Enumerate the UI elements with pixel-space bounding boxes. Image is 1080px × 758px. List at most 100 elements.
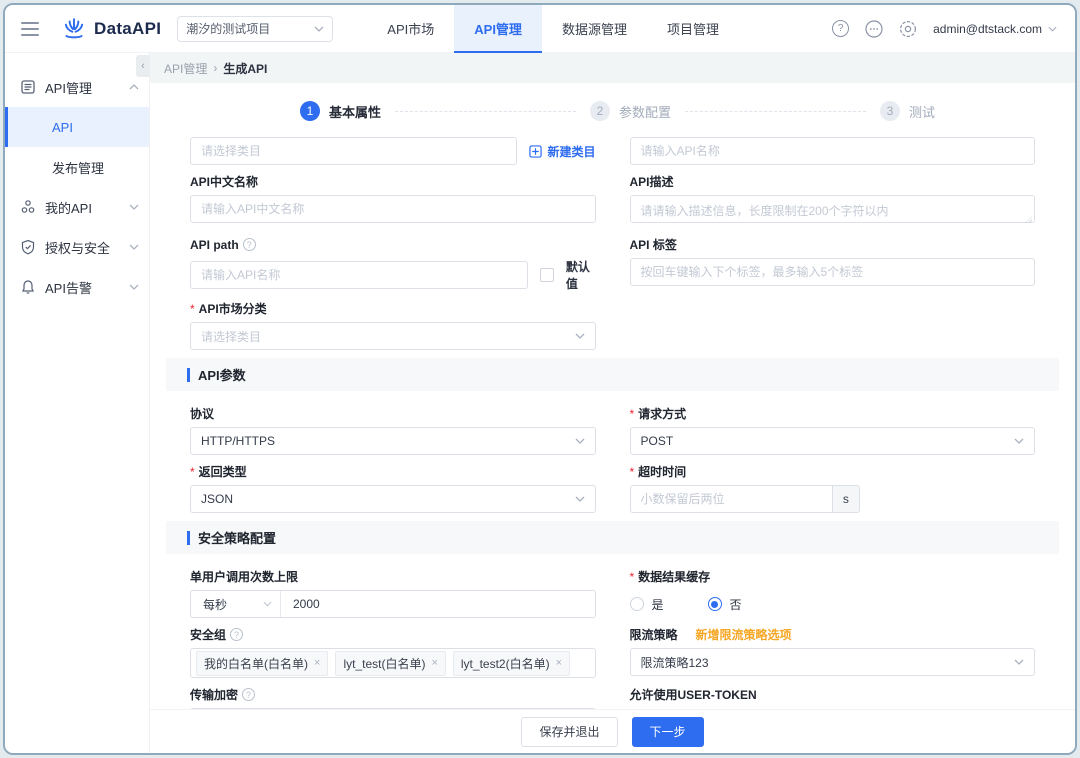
step-label: 参数配置 (619, 104, 672, 120)
return-type-label: 返回类型 (198, 465, 247, 479)
tag-close-icon[interactable]: × (556, 657, 562, 669)
security-group-tag: 我的白名单(白名单) × (196, 650, 329, 676)
project-selector-value: 潮汐的测试项目 (186, 22, 271, 36)
method-select[interactable]: POST (629, 427, 1035, 455)
sidebar-collapse-button[interactable]: ‹ (136, 55, 150, 77)
logo[interactable]: DataAPI (61, 16, 161, 42)
throttle-select[interactable]: 限流策略123 (629, 648, 1035, 676)
breadcrumb-parent[interactable]: API管理 (164, 60, 207, 77)
market-category-select[interactable]: 请选择类目 (190, 322, 596, 350)
cache-radio-no[interactable]: 否 (707, 596, 742, 613)
api-path-label: API path (190, 237, 239, 252)
step-test: 3 测试 (880, 101, 935, 121)
security-group-tag: lyt_test2(白名单) × (452, 650, 571, 676)
step-label: 测试 (909, 104, 936, 120)
chevron-down-icon (575, 333, 584, 339)
section-title: API参数 (198, 368, 246, 383)
sidebar-item-api[interactable]: API (5, 107, 149, 147)
step-number: 3 (880, 101, 900, 121)
message-icon[interactable] (865, 19, 883, 38)
category-select-input[interactable] (190, 137, 518, 165)
tag-close-icon[interactable]: × (314, 657, 320, 669)
shield-icon (21, 239, 35, 255)
throttle-value: 限流策略123 (640, 655, 709, 670)
gear-icon[interactable] (899, 20, 917, 38)
sidebar-item-api-manage[interactable]: API管理 (5, 67, 149, 107)
security-group-tag-input[interactable]: 我的白名单(白名单) × lyt_test(白名单) × lyt_test2(白… (190, 648, 596, 678)
method-field: * 请求方式 POST (629, 405, 1035, 455)
step-connector (685, 110, 866, 112)
next-step-button[interactable]: 下一步 (631, 716, 704, 747)
throttle-field: 限流策略 新增限流策略选项 限流策略123 (629, 626, 1035, 678)
share-nodes-icon (21, 200, 35, 213)
rate-limit-unit-select[interactable]: 每秒 (191, 591, 281, 617)
sidebar-item-auth-security[interactable]: 授权与安全 (5, 227, 149, 267)
bell-icon (22, 280, 34, 294)
api-desc-textarea[interactable] (629, 195, 1035, 223)
chevron-down-icon (314, 26, 324, 32)
help-circle-icon[interactable]: ? (230, 628, 244, 641)
api-desc-field: API描述 (629, 173, 1035, 228)
help-circle-icon[interactable]: ? (242, 238, 256, 251)
protocol-value: HTTP/HTTPS (201, 434, 275, 448)
cache-radio-yes[interactable]: 是 (629, 596, 664, 613)
required-mark: * (190, 464, 195, 479)
tag-label: lyt_test2(白名单) (460, 656, 550, 671)
help-circle-icon[interactable]: ? (242, 688, 256, 701)
timeout-input[interactable] (629, 485, 834, 513)
form-content: 1 基本属性 2 参数配置 3 测试 请选择类目 新建类目 请输入API名称 A… (150, 83, 1075, 709)
return-type-value: JSON (201, 492, 234, 506)
chevron-down-icon (129, 204, 139, 210)
return-type-field: * 返回类型 JSON (190, 463, 596, 513)
api-tags-label: API 标签 (629, 238, 677, 252)
protocol-field: 协议 HTTP/HTTPS (190, 405, 596, 455)
add-throttle-policy-link[interactable]: 新增限流策略选项 (696, 626, 792, 643)
tab-datasource-manage[interactable]: 数据源管理 (542, 5, 647, 53)
rate-limit-label: 单用户调用次数上限 (190, 570, 299, 584)
api-tags-input[interactable] (629, 258, 1035, 286)
chevron-up-icon (129, 84, 139, 90)
tag-close-icon[interactable]: × (431, 657, 437, 669)
security-group-tag: lyt_test(白名单) × (335, 650, 446, 676)
save-and-exit-button[interactable]: 保存并退出 (521, 716, 618, 747)
chevron-down-icon (129, 284, 139, 290)
cache-field: * 数据结果缓存 是 否 (629, 568, 1036, 618)
market-category-placeholder: 请选择类目 (201, 329, 262, 344)
step-label: 基本属性 (329, 104, 382, 120)
api-path-field: API path ? 默认值 (190, 236, 596, 292)
sidebar-item-my-api[interactable]: 我的API (5, 187, 149, 227)
header-right: ? admin@dtstack.com (832, 19, 1057, 38)
cache-label: 数据结果缓存 (638, 570, 711, 584)
rate-limit-value-input[interactable] (281, 591, 595, 617)
security-group-label: 安全组 (190, 628, 227, 642)
return-type-select[interactable]: JSON (190, 485, 596, 513)
hamburger-menu-icon[interactable] (21, 18, 39, 40)
form-footer: 保存并退出 下一步 (150, 709, 1075, 753)
sidebar-item-api-alert[interactable]: API告警 (5, 267, 149, 307)
rate-limit-field: 单用户调用次数上限 每秒 (190, 568, 596, 618)
protocol-select[interactable]: HTTP/HTTPS (190, 427, 596, 455)
security-group-field: 安全组 ? 我的白名单(白名单) × lyt_test(白名单) × lyt_t… (190, 626, 596, 678)
api-name-input[interactable] (629, 137, 1035, 165)
sidebar-item-publish-manage[interactable]: 发布管理 (5, 147, 149, 187)
default-value-checkbox[interactable] (539, 268, 554, 282)
document-list-icon (21, 80, 35, 94)
api-cn-name-input[interactable] (190, 195, 596, 223)
tab-api-market[interactable]: API市场 (367, 5, 454, 53)
new-category-link[interactable]: 新建类目 (529, 143, 596, 160)
user-menu[interactable]: admin@dtstack.com (933, 22, 1057, 36)
api-path-input[interactable] (190, 261, 528, 289)
step-connector (395, 110, 576, 112)
main-nav: API市场 API管理 数据源管理 项目管理 (367, 5, 739, 53)
tab-api-manage[interactable]: API管理 (454, 5, 542, 53)
step-number: 2 (590, 101, 610, 121)
section-security-policy: 安全策略配置 (166, 521, 1059, 554)
market-category-field: * API市场分类 请选择类目 (190, 300, 596, 350)
stepper: 1 基本属性 2 参数配置 3 测试 (190, 93, 1035, 121)
sidebar-item-label: API告警 (45, 280, 92, 296)
user-email: admin@dtstack.com (933, 21, 1042, 36)
help-icon[interactable]: ? (832, 20, 850, 37)
tab-project-manage[interactable]: 项目管理 (647, 5, 739, 53)
project-selector[interactable]: 潮汐的测试项目 (177, 15, 334, 42)
tag-label: lyt_test(白名单) (343, 656, 426, 671)
